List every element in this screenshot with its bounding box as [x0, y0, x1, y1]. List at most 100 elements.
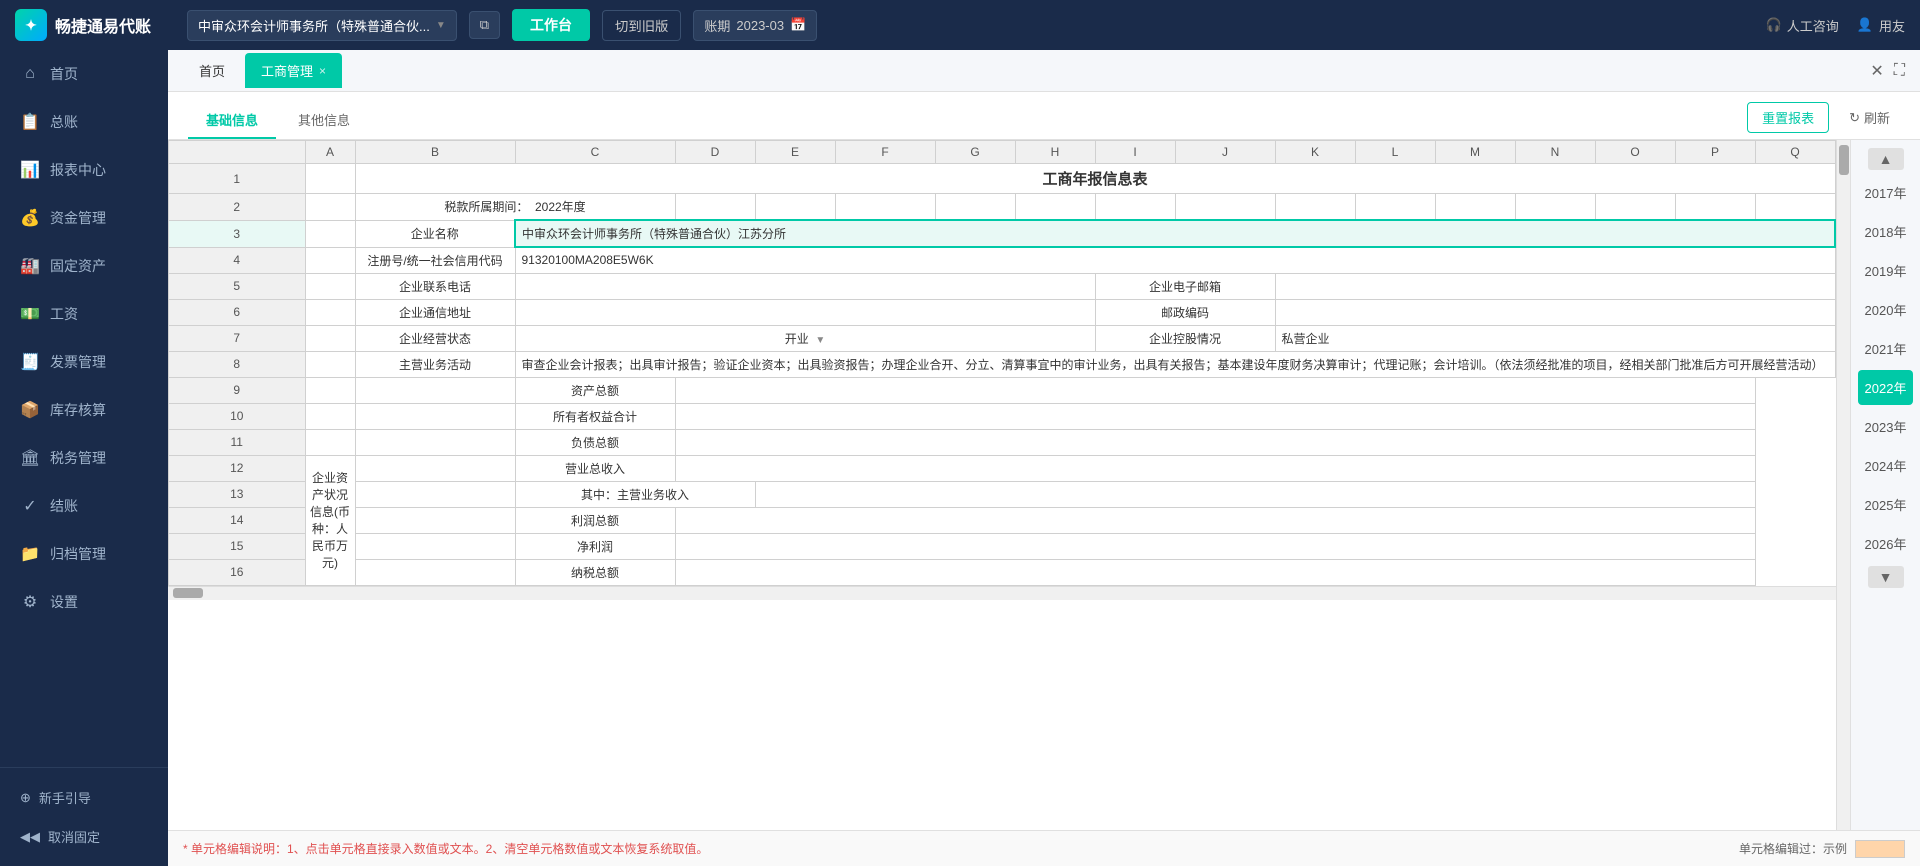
sidebar-item-archive[interactable]: 📁 归档管理	[0, 530, 168, 578]
cell-5k[interactable]	[1275, 273, 1835, 299]
service-button[interactable]: 🎧 人工咨询	[1766, 16, 1839, 35]
v-scroll-thumb[interactable]	[1839, 145, 1849, 175]
cell-2a[interactable]	[305, 194, 355, 221]
cell-2j[interactable]	[1175, 194, 1275, 221]
cell-12b[interactable]	[355, 455, 515, 481]
tab-home[interactable]: 首页	[183, 53, 241, 88]
year-item-2019[interactable]: 2019年	[1858, 253, 1913, 288]
sidebar-item-tax[interactable]: 🏛 税务管理	[0, 434, 168, 482]
cancel-pin-button[interactable]: ◀◀ 取消固定	[0, 817, 168, 856]
sidebar-item-home[interactable]: ⌂ 首页	[0, 50, 168, 98]
tab-business-management[interactable]: 工商管理 ×	[245, 53, 342, 88]
workbench-button[interactable]: 工作台	[512, 9, 590, 41]
cell-2q[interactable]	[1755, 194, 1835, 221]
cell-15d[interactable]	[675, 533, 1755, 559]
cell-2n[interactable]	[1515, 194, 1595, 221]
cell-1a[interactable]	[305, 164, 355, 194]
status-dropdown-icon[interactable]: ▼	[815, 335, 825, 346]
sidebar-item-close[interactable]: ✓ 结账	[0, 482, 168, 530]
sidebar-item-reports[interactable]: 📊 报表中心	[0, 146, 168, 194]
cell-6a[interactable]	[305, 299, 355, 325]
cell-3a[interactable]	[305, 220, 355, 247]
year-nav-up[interactable]: ▲	[1868, 148, 1904, 170]
row-num-1: 1	[169, 164, 306, 194]
cell-14b[interactable]	[355, 507, 515, 533]
cell-7a[interactable]	[305, 325, 355, 351]
cell-11a[interactable]	[305, 429, 355, 455]
sidebar-item-settings[interactable]: ⚙ 设置	[0, 578, 168, 626]
tab-close-icon[interactable]: ×	[319, 64, 326, 78]
cell-16d[interactable]	[675, 559, 1755, 585]
year-nav-down[interactable]: ▼	[1868, 566, 1904, 588]
cell-2e[interactable]	[755, 194, 835, 221]
v-scroll-bar[interactable]	[1836, 140, 1850, 830]
cell-3c-company[interactable]: 中审众环会计师事务所（特殊普通合伙）江苏分所	[515, 220, 1835, 247]
cell-14d[interactable]	[675, 507, 1755, 533]
calendar-icon[interactable]: 📅	[790, 17, 806, 33]
year-item-2023[interactable]: 2023年	[1858, 409, 1913, 444]
cell-11b[interactable]	[355, 429, 515, 455]
year-item-2021[interactable]: 2021年	[1858, 331, 1913, 366]
new-guide-button[interactable]: ⊕ 新手引导	[0, 778, 168, 817]
cell-9d[interactable]	[675, 377, 1755, 403]
sidebar-item-ledger[interactable]: 📋 总账	[0, 98, 168, 146]
cell-13e[interactable]	[755, 481, 1755, 507]
h-scroll-thumb[interactable]	[173, 588, 203, 598]
cell-6c[interactable]	[515, 299, 1095, 325]
sidebar-label-close: 结账	[50, 496, 78, 516]
cell-7c[interactable]: 开业 ▼	[515, 325, 1095, 351]
sidebar-item-assets[interactable]: 🏭 固定资产	[0, 242, 168, 290]
sub-tab-other[interactable]: 其他信息	[280, 102, 368, 139]
reset-report-button[interactable]: 重置报表	[1747, 102, 1829, 133]
cell-2i[interactable]	[1095, 194, 1175, 221]
maximize-window-button[interactable]: ⛶	[1894, 61, 1905, 81]
sidebar-item-finance[interactable]: 💰 资金管理	[0, 194, 168, 242]
cell-4c[interactable]: 91320100MA208E5W6K	[515, 247, 1835, 273]
sidebar-item-salary[interactable]: 💵 工资	[0, 290, 168, 338]
switch-version-button[interactable]: 切到旧版	[602, 10, 681, 41]
cell-2d[interactable]	[675, 194, 755, 221]
cell-2f[interactable]	[835, 194, 935, 221]
year-item-2018[interactable]: 2018年	[1858, 214, 1913, 249]
cell-13b[interactable]	[355, 481, 515, 507]
cell-16b[interactable]	[355, 559, 515, 585]
cell-10d[interactable]	[675, 403, 1755, 429]
h-scroll-bar[interactable]	[168, 586, 1836, 600]
cell-2g[interactable]	[935, 194, 1015, 221]
cell-2k[interactable]	[1275, 194, 1355, 221]
cell-7k[interactable]: 私营企业	[1275, 325, 1835, 351]
sidebar-item-inventory[interactable]: 📦 库存核算	[0, 386, 168, 434]
spreadsheet-main[interactable]: A B C D E F G H I J K L M	[168, 140, 1836, 830]
cell-2o[interactable]	[1595, 194, 1675, 221]
cell-2m[interactable]	[1435, 194, 1515, 221]
user-area[interactable]: 👤 用友	[1857, 16, 1905, 35]
close-window-button[interactable]: ✕	[1870, 61, 1883, 81]
cell-6k[interactable]	[1275, 299, 1835, 325]
sub-tab-basic[interactable]: 基础信息	[188, 102, 276, 139]
year-item-2020[interactable]: 2020年	[1858, 292, 1913, 327]
cell-9b[interactable]	[355, 377, 515, 403]
cell-10b[interactable]	[355, 403, 515, 429]
refresh-button[interactable]: ↻ 刷新	[1839, 102, 1900, 133]
year-item-2026[interactable]: 2026年	[1858, 526, 1913, 561]
cell-11d[interactable]	[675, 429, 1755, 455]
cell-15b[interactable]	[355, 533, 515, 559]
copy-button[interactable]: ⧉	[469, 11, 500, 39]
cell-8a[interactable]	[305, 351, 355, 377]
cell-5a[interactable]	[305, 273, 355, 299]
cell-2p[interactable]	[1675, 194, 1755, 221]
cell-10a[interactable]	[305, 403, 355, 429]
year-item-2022[interactable]: 2022年	[1858, 370, 1913, 405]
cell-2h[interactable]	[1015, 194, 1095, 221]
sidebar-item-invoice[interactable]: 🧾 发票管理	[0, 338, 168, 386]
cell-9a[interactable]	[305, 377, 355, 403]
year-item-2025[interactable]: 2025年	[1858, 487, 1913, 522]
cell-4a[interactable]	[305, 247, 355, 273]
cell-5c[interactable]	[515, 273, 1095, 299]
company-selector[interactable]: 中审众环会计师事务所（特殊普通合伙... ▼	[187, 10, 457, 41]
year-item-2024[interactable]: 2024年	[1858, 448, 1913, 483]
cell-8c[interactable]: 审查企业会计报表；出具审计报告；验证企业资本；出具验资报告；办理企业合开、分立、…	[515, 351, 1835, 377]
cell-2l[interactable]	[1355, 194, 1435, 221]
cell-12d[interactable]	[675, 455, 1755, 481]
year-item-2017[interactable]: 2017年	[1858, 175, 1913, 210]
